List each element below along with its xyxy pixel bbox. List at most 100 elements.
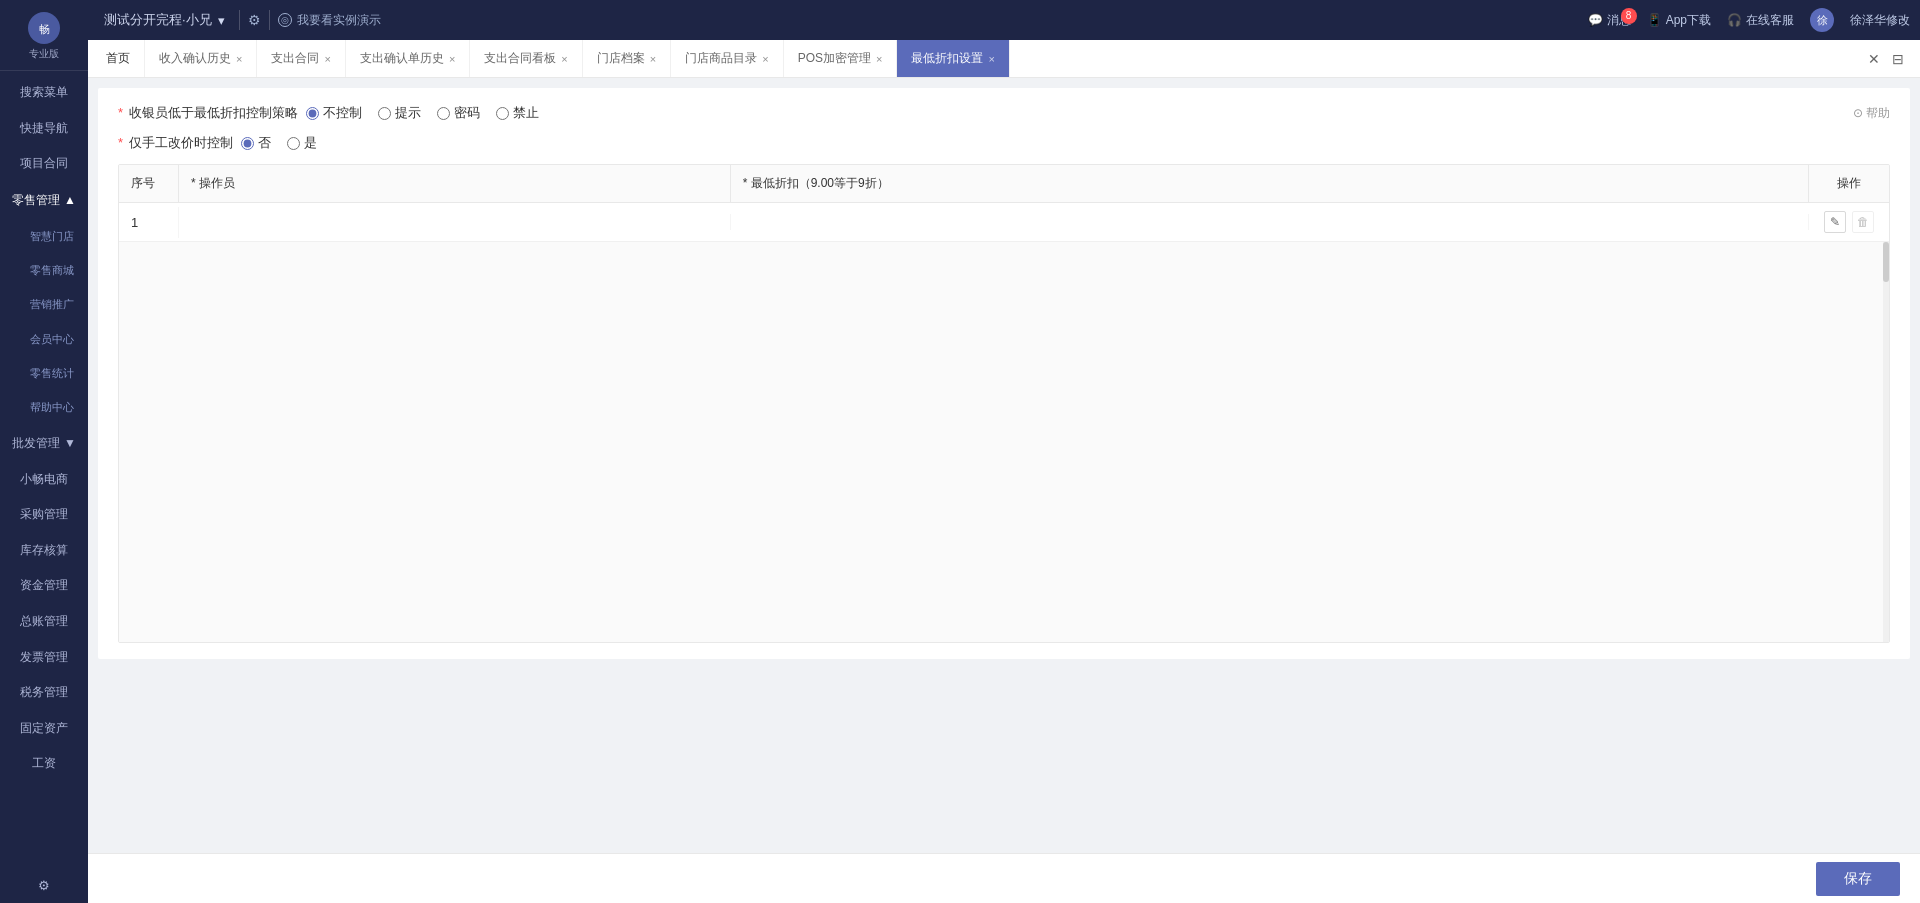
sidebar-sub-member[interactable]: 会员中心 bbox=[0, 322, 88, 356]
settings-gear-icon[interactable]: ⚙ bbox=[248, 12, 261, 28]
td-seq-1: 1 bbox=[119, 207, 179, 238]
radio-yes[interactable]: 是 bbox=[287, 134, 317, 152]
radio-no-control[interactable]: 不控制 bbox=[306, 104, 362, 122]
radio-forbid[interactable]: 禁止 bbox=[496, 104, 539, 122]
field1-label: * 收银员低于最低折扣控制策略 bbox=[118, 104, 298, 122]
retail-arrow: ▲ bbox=[64, 193, 76, 207]
online-support-label: 在线客服 bbox=[1746, 12, 1794, 29]
sidebar-item-fixedasset[interactable]: 固定资产 bbox=[0, 711, 88, 747]
tab-income-label: 收入确认历史 bbox=[159, 50, 231, 67]
help-label: 帮助 bbox=[1866, 105, 1890, 122]
tab-storefile-close[interactable]: × bbox=[650, 53, 656, 65]
sidebar-logo: 畅 专业版 bbox=[0, 0, 88, 71]
radio-prompt[interactable]: 提示 bbox=[378, 104, 421, 122]
tab-expense-contract[interactable]: 支出合同 × bbox=[257, 40, 345, 77]
sidebar-item-tax[interactable]: 税务管理 bbox=[0, 675, 88, 711]
radio-group-control: 不控制 提示 密码 禁止 bbox=[306, 104, 539, 122]
table-scrollbar-thumb[interactable] bbox=[1883, 242, 1889, 282]
radio-no-input[interactable] bbox=[241, 137, 254, 150]
project-name: 测试分开完程·小兄 bbox=[104, 11, 212, 29]
table-scrollbar-track bbox=[1883, 242, 1889, 642]
page-content-area: * 收银员低于最低折扣控制策略 不控制 提示 bbox=[88, 78, 1920, 853]
tab-close-btn[interactable]: ✕ bbox=[1864, 49, 1884, 69]
table-empty-body bbox=[119, 242, 1889, 642]
tab-store-file[interactable]: 门店档案 × bbox=[583, 40, 671, 77]
radio-no[interactable]: 否 bbox=[241, 134, 271, 152]
project-selector[interactable]: 测试分开完程·小兄 ▾ bbox=[98, 11, 231, 29]
sidebar-sub-retailmall[interactable]: 零售商城 bbox=[0, 253, 88, 287]
tab-expboard-close[interactable]: × bbox=[561, 53, 567, 65]
user-icon: 徐 bbox=[1810, 8, 1834, 32]
page-inner: * 收银员低于最低折扣控制策略 不控制 提示 bbox=[88, 78, 1920, 853]
th-seq: 序号 bbox=[119, 165, 179, 202]
sidebar-item-contract[interactable]: 项目合同 bbox=[0, 146, 88, 182]
search-menu-label: 搜索菜单 bbox=[20, 85, 68, 101]
message-btn[interactable]: 💬 8 消息 bbox=[1588, 12, 1631, 29]
tab-min-discount[interactable]: 最低折扣设置 × bbox=[897, 40, 1009, 77]
tab-expense-confirm-history[interactable]: 支出确认单历史 × bbox=[346, 40, 470, 77]
app-download-btn[interactable]: 📱 App下载 bbox=[1647, 12, 1711, 29]
settings-icon: ⚙ bbox=[38, 878, 50, 893]
sidebar-sub-marketing[interactable]: 营销推广 bbox=[0, 287, 88, 321]
tab-storeprod-label: 门店商品目录 bbox=[685, 50, 757, 67]
sidebar: 畅 专业版 搜索菜单 快捷导航 项目合同 零售管理 ▲ 智慧门店 零售商城 营销… bbox=[0, 0, 88, 903]
sidebar-item-retail[interactable]: 零售管理 ▲ bbox=[0, 182, 88, 219]
sidebar-item-inventory[interactable]: 库存核算 bbox=[0, 533, 88, 569]
form-row-1: * 收银员低于最低折扣控制策略 不控制 提示 bbox=[118, 104, 1890, 122]
app-logo-icon: 畅 bbox=[24, 10, 64, 46]
radio-prompt-input[interactable] bbox=[378, 107, 391, 120]
demo-link[interactable]: ◎ 我要看实例演示 bbox=[278, 12, 381, 29]
sidebar-section-wholesale: 批发管理 ▼ bbox=[0, 425, 88, 462]
row-delete-btn[interactable]: 🗑 bbox=[1852, 211, 1874, 233]
tab-pos-security[interactable]: POS加密管理 × bbox=[784, 40, 898, 77]
sidebar-item-wholesale[interactable]: 批发管理 ▼ bbox=[0, 425, 88, 462]
sidebar-item-salary[interactable]: 工资 bbox=[0, 746, 88, 782]
tab-home[interactable]: 首页 bbox=[92, 40, 145, 77]
user-avatar[interactable]: 徐 bbox=[1810, 8, 1834, 32]
tab-income-history[interactable]: 收入确认历史 × bbox=[145, 40, 257, 77]
radio-no-control-input[interactable] bbox=[306, 107, 319, 120]
radio-yes-input[interactable] bbox=[287, 137, 300, 150]
td-operator-1 bbox=[179, 214, 731, 230]
demo-circle-icon: ◎ bbox=[278, 13, 292, 27]
app-header: 测试分开完程·小兄 ▾ ⚙ ◎ 我要看实例演示 💬 8 消息 📱 App下载 🎧… bbox=[88, 0, 1920, 40]
row-edit-btn[interactable]: ✎ bbox=[1824, 211, 1846, 233]
sidebar-item-purchase[interactable]: 采购管理 bbox=[0, 497, 88, 533]
field1-required-star: * bbox=[118, 105, 123, 120]
tab-store-product[interactable]: 门店商品目录 × bbox=[671, 40, 783, 77]
tab-income-close[interactable]: × bbox=[236, 53, 242, 65]
tab-storeprod-close[interactable]: × bbox=[762, 53, 768, 65]
sidebar-settings-btn[interactable]: ⚙ bbox=[28, 868, 60, 903]
save-button[interactable]: 保存 bbox=[1816, 862, 1900, 896]
page-footer: 保存 bbox=[88, 853, 1920, 903]
sidebar-item-fund[interactable]: 资金管理 bbox=[0, 568, 88, 604]
radio-password[interactable]: 密码 bbox=[437, 104, 480, 122]
th-discount: * 最低折扣（9.00等于9折） bbox=[731, 165, 1809, 202]
sidebar-item-ledger[interactable]: 总账管理 bbox=[0, 604, 88, 640]
username-label[interactable]: 徐泽华修改 bbox=[1850, 12, 1910, 29]
sidebar-sub-retailstat[interactable]: 零售统计 bbox=[0, 356, 88, 390]
tabs-controls: ✕ ⊟ bbox=[1856, 40, 1916, 77]
radio-password-input[interactable] bbox=[437, 107, 450, 120]
help-button[interactable]: ⊙ 帮助 bbox=[1853, 105, 1890, 122]
sidebar-item-invoice[interactable]: 发票管理 bbox=[0, 640, 88, 676]
tab-expense-close[interactable]: × bbox=[324, 53, 330, 65]
tab-mindiscount-close[interactable]: × bbox=[988, 53, 994, 65]
demo-label: 我要看实例演示 bbox=[297, 12, 381, 29]
sidebar-item-search[interactable]: 搜索菜单 bbox=[0, 75, 88, 111]
sidebar-sub-helpcenter[interactable]: 帮助中心 bbox=[0, 390, 88, 424]
header-right: 💬 8 消息 📱 App下载 🎧 在线客服 徐 徐泽华修改 bbox=[1588, 8, 1910, 32]
svg-text:畅: 畅 bbox=[39, 23, 50, 35]
tab-expense-board[interactable]: 支出合同看板 × bbox=[470, 40, 582, 77]
sidebar-item-ecommerce[interactable]: 小畅电商 bbox=[0, 462, 88, 498]
tab-pos-close[interactable]: × bbox=[876, 53, 882, 65]
tab-menu-btn[interactable]: ⊟ bbox=[1888, 49, 1908, 69]
tabs-bar: 首页 收入确认历史 × 支出合同 × 支出确认单历史 × 支出合同看板 × 门店… bbox=[88, 40, 1920, 78]
tab-expconfirm-close[interactable]: × bbox=[449, 53, 455, 65]
online-support-btn[interactable]: 🎧 在线客服 bbox=[1727, 12, 1794, 29]
tab-pos-label: POS加密管理 bbox=[798, 50, 871, 67]
sidebar-sub-smartstore[interactable]: 智慧门店 bbox=[0, 219, 88, 253]
app-download-icon: 📱 bbox=[1647, 13, 1662, 27]
sidebar-item-quicknav[interactable]: 快捷导航 bbox=[0, 111, 88, 147]
radio-forbid-input[interactable] bbox=[496, 107, 509, 120]
